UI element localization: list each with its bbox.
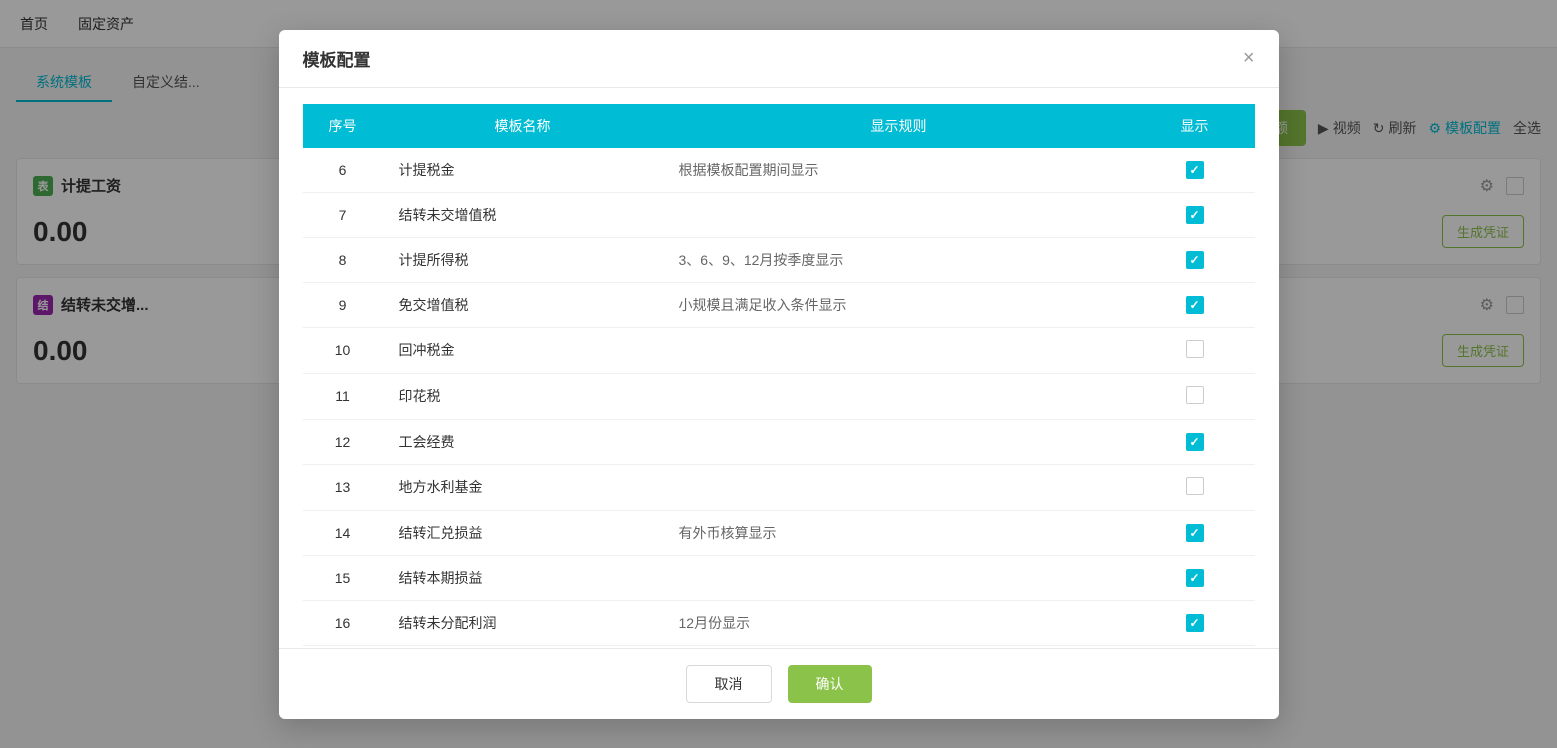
table-row: 11印花税 — [303, 373, 1255, 419]
th-seq: 序号 — [303, 104, 383, 148]
cell-seq: 6 — [303, 148, 383, 193]
modal-template-config: 模板配置 × 序号 模板名称 显示规则 显示 6计提税金根据模板配置期间显示7结… — [279, 30, 1279, 719]
cell-name: 结转未分配利润 — [383, 600, 663, 645]
cell-name: 印花税 — [383, 373, 663, 419]
th-rule: 显示规则 — [663, 104, 1135, 148]
modal-footer: 取消 确认 — [279, 648, 1279, 719]
modal-title: 模板配置 — [303, 46, 371, 71]
cell-show[interactable] — [1135, 282, 1255, 327]
confirm-button[interactable]: 确认 — [788, 665, 872, 703]
cell-rule — [663, 464, 1135, 510]
cell-show[interactable] — [1135, 373, 1255, 419]
cell-show[interactable] — [1135, 555, 1255, 600]
cell-name: 回冲税金 — [383, 327, 663, 373]
cell-rule — [663, 419, 1135, 464]
table-row: 14结转汇兑损益有外币核算显示 — [303, 510, 1255, 555]
cancel-button[interactable]: 取消 — [686, 665, 772, 703]
modal-close-button[interactable]: × — [1243, 48, 1255, 68]
cell-seq: 11 — [303, 373, 383, 419]
show-checkbox[interactable] — [1186, 251, 1204, 269]
cell-rule — [663, 555, 1135, 600]
show-checkbox[interactable] — [1186, 614, 1204, 632]
cell-rule: 小规模且满足收入条件显示 — [663, 282, 1135, 327]
show-checkbox[interactable] — [1186, 569, 1204, 587]
show-checkbox[interactable] — [1186, 296, 1204, 314]
table-body: 6计提税金根据模板配置期间显示7结转未交增值税8计提所得税3、6、9、12月按季… — [303, 148, 1255, 646]
cell-name: 地方水利基金 — [383, 464, 663, 510]
modal-body: 序号 模板名称 显示规则 显示 6计提税金根据模板配置期间显示7结转未交增值税8… — [279, 88, 1279, 648]
cell-rule: 3、6、9、12月按季度显示 — [663, 237, 1135, 282]
table-row: 12工会经费 — [303, 419, 1255, 464]
cell-rule — [663, 192, 1135, 237]
table-row: 9免交增值税小规模且满足收入条件显示 — [303, 282, 1255, 327]
table-row: 8计提所得税3、6、9、12月按季度显示 — [303, 237, 1255, 282]
table-row: 16结转未分配利润12月份显示 — [303, 600, 1255, 645]
cell-show[interactable] — [1135, 327, 1255, 373]
show-checkbox[interactable] — [1186, 524, 1204, 542]
cell-show[interactable] — [1135, 464, 1255, 510]
cell-rule: 有外币核算显示 — [663, 510, 1135, 555]
config-table: 序号 模板名称 显示规则 显示 6计提税金根据模板配置期间显示7结转未交增值税8… — [303, 104, 1255, 646]
cell-show[interactable] — [1135, 148, 1255, 193]
table-row: 6计提税金根据模板配置期间显示 — [303, 148, 1255, 193]
show-checkbox[interactable] — [1186, 340, 1204, 358]
cell-seq: 13 — [303, 464, 383, 510]
show-checkbox[interactable] — [1186, 386, 1204, 404]
cell-rule — [663, 327, 1135, 373]
cell-seq: 15 — [303, 555, 383, 600]
table-row: 13地方水利基金 — [303, 464, 1255, 510]
th-show: 显示 — [1135, 104, 1255, 148]
cell-name: 结转本期损益 — [383, 555, 663, 600]
cell-show[interactable] — [1135, 600, 1255, 645]
cell-seq: 16 — [303, 600, 383, 645]
cell-name: 结转汇兑损益 — [383, 510, 663, 555]
cell-name: 结转未交增值税 — [383, 192, 663, 237]
table-row: 7结转未交增值税 — [303, 192, 1255, 237]
cell-name: 计提税金 — [383, 148, 663, 193]
cell-show[interactable] — [1135, 192, 1255, 237]
cell-name: 免交增值税 — [383, 282, 663, 327]
show-checkbox[interactable] — [1186, 433, 1204, 451]
show-checkbox[interactable] — [1186, 206, 1204, 224]
show-checkbox[interactable] — [1186, 477, 1204, 495]
cell-seq: 10 — [303, 327, 383, 373]
cell-rule: 12月份显示 — [663, 600, 1135, 645]
cell-seq: 7 — [303, 192, 383, 237]
cell-rule — [663, 373, 1135, 419]
cell-name: 计提所得税 — [383, 237, 663, 282]
cell-seq: 8 — [303, 237, 383, 282]
cell-seq: 9 — [303, 282, 383, 327]
modal-overlay: 模板配置 × 序号 模板名称 显示规则 显示 6计提税金根据模板配置期间显示7结… — [0, 0, 1557, 748]
table-header: 序号 模板名称 显示规则 显示 — [303, 104, 1255, 148]
cell-name: 工会经费 — [383, 419, 663, 464]
cell-show[interactable] — [1135, 419, 1255, 464]
cell-rule: 根据模板配置期间显示 — [663, 148, 1135, 193]
th-name: 模板名称 — [383, 104, 663, 148]
cell-show[interactable] — [1135, 510, 1255, 555]
table-row: 10回冲税金 — [303, 327, 1255, 373]
cell-seq: 12 — [303, 419, 383, 464]
cell-show[interactable] — [1135, 237, 1255, 282]
cell-seq: 14 — [303, 510, 383, 555]
show-checkbox[interactable] — [1186, 161, 1204, 179]
table-row: 15结转本期损益 — [303, 555, 1255, 600]
modal-header: 模板配置 × — [279, 30, 1279, 88]
